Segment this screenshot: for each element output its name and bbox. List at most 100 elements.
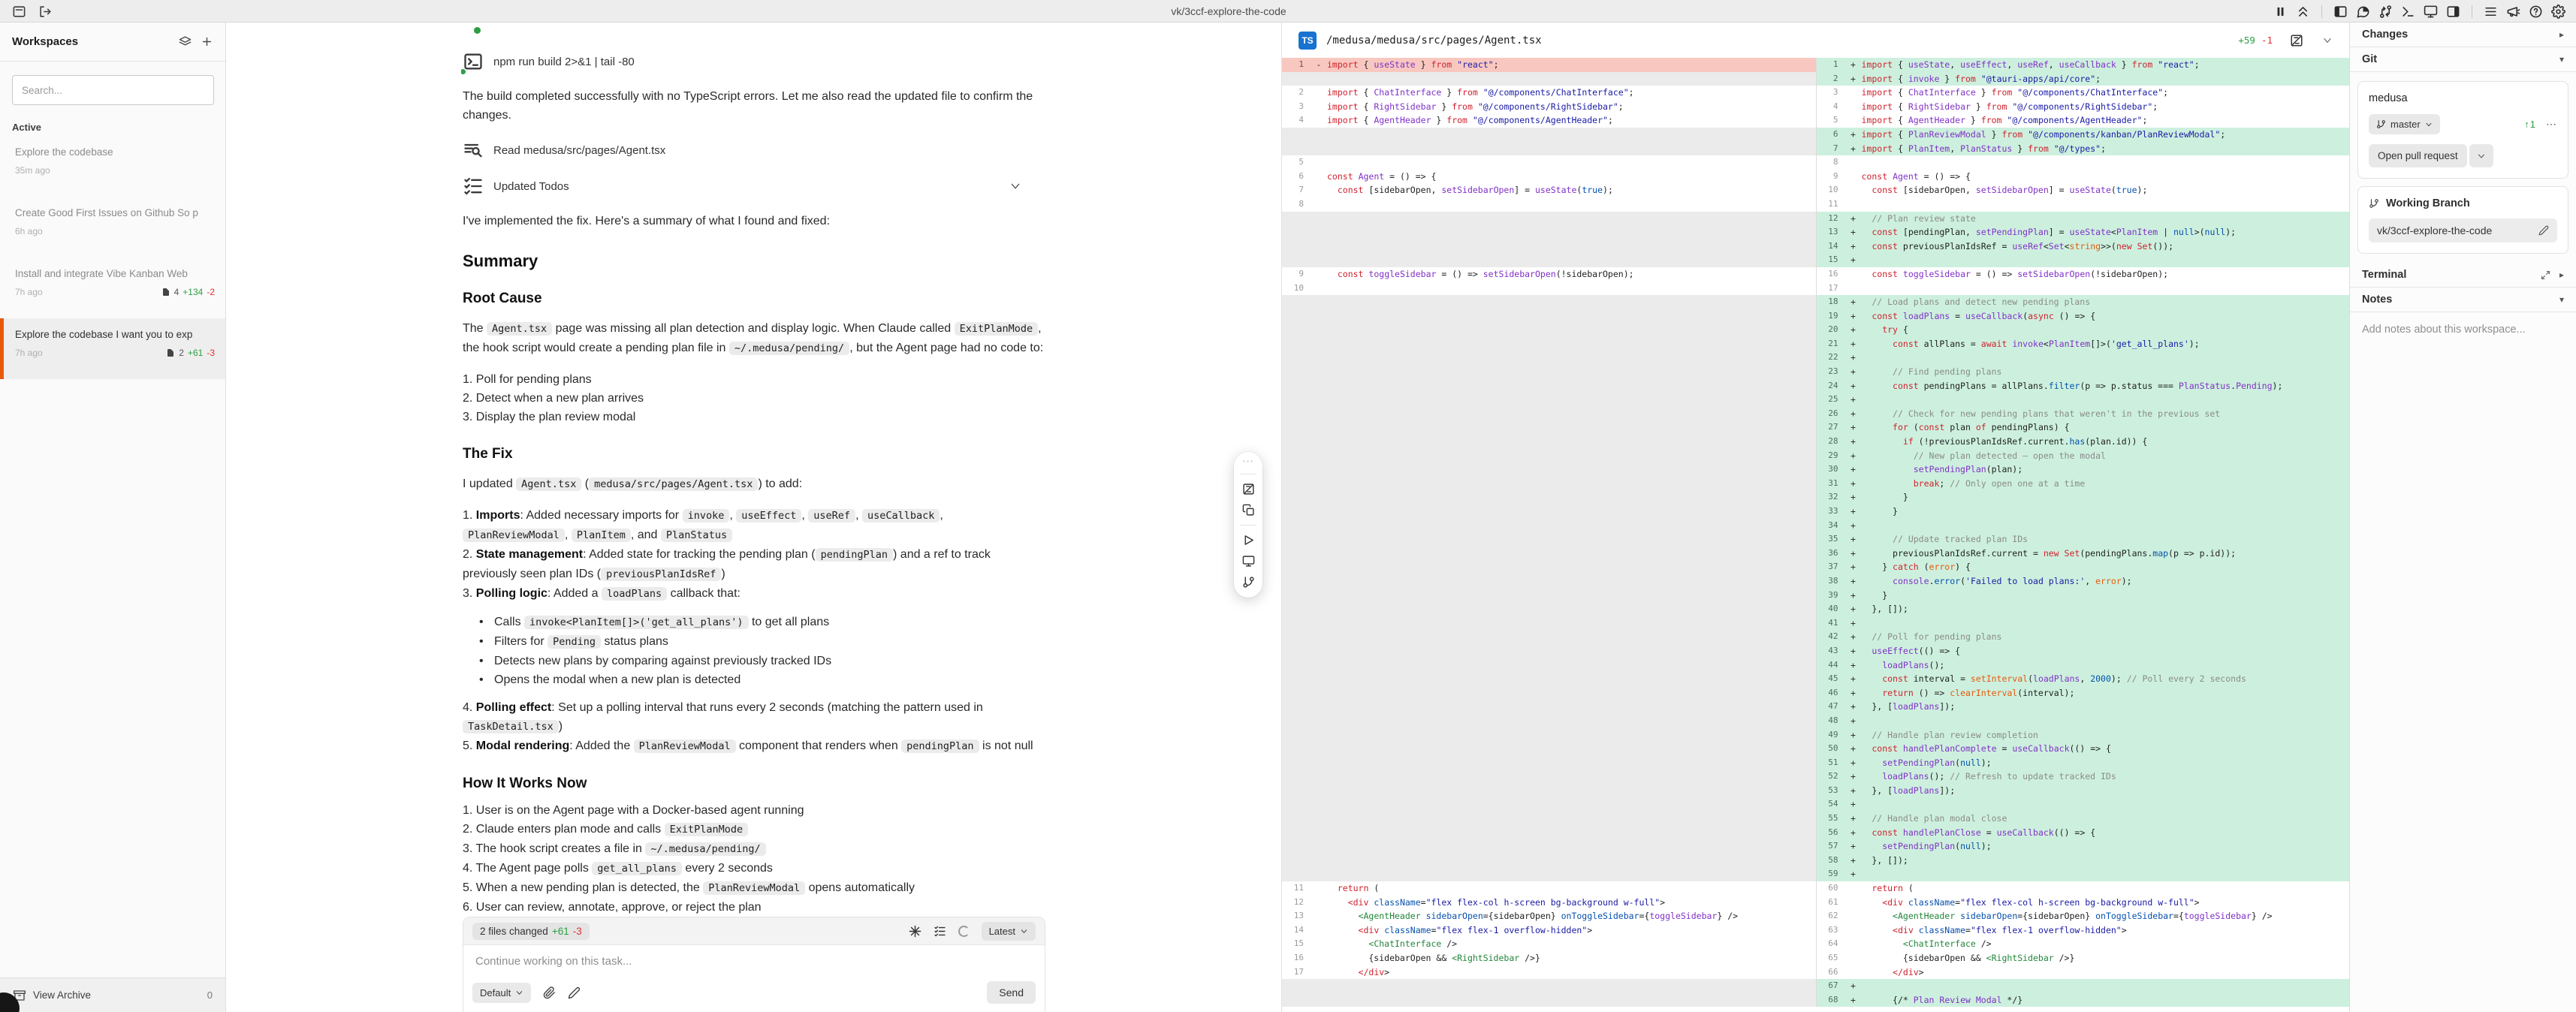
workspace-item[interactable]: Explore the codebase35m ago — [0, 136, 225, 197]
files-changed-pill[interactable]: 2 files changed +61 -3 — [472, 923, 590, 940]
workspace-item[interactable]: Install and integrate Vibe Kanban Web7h … — [0, 258, 225, 318]
copy-icon[interactable] — [1242, 504, 1255, 517]
diff-row: 1017 — [1282, 282, 2349, 296]
tool-call-row[interactable]: Read medusa/src/pages/Agent.tsx — [463, 140, 1044, 161]
git-branch-icon — [2376, 119, 2386, 129]
diff-old-side — [1282, 477, 1816, 491]
menu-icon[interactable] — [2484, 5, 2498, 19]
diff-new-side: 47+ }, [loadPlans]); — [1816, 700, 2350, 714]
monitor-icon[interactable] — [2424, 5, 2438, 19]
diff-sign — [1311, 979, 1327, 993]
working-branch-input[interactable]: vk/3ccf-explore-the-code — [2369, 218, 2557, 242]
play-icon[interactable] — [1242, 534, 1255, 547]
chevron-down-icon — [1020, 927, 1028, 935]
chevron-down-icon[interactable] — [1009, 180, 1021, 192]
diff-sign — [1311, 797, 1327, 812]
attach-file-icon[interactable] — [543, 986, 556, 999]
line-number: 48 — [1817, 714, 1845, 728]
view-archive-button[interactable]: View Archive 0 — [0, 977, 226, 1012]
collapse-file-icon[interactable] — [2322, 35, 2333, 46]
code-line: // Plan review state — [1862, 212, 1976, 226]
diff-old-side — [1282, 797, 1816, 812]
message-composer[interactable]: Continue working on this task... Default… — [463, 945, 1045, 1012]
expand-terminal-icon[interactable] — [2541, 270, 2550, 280]
diff-sign: + — [1845, 672, 1862, 686]
drag-handle[interactable]: ⋯ — [1242, 458, 1254, 465]
workspace-item[interactable]: Create Good First Issues on Github So p6… — [0, 197, 225, 258]
line-number: 41 — [1817, 616, 1845, 631]
git-branch-icon[interactable] — [1242, 576, 1255, 589]
diff-split-view[interactable]: 1-import { useState } from "react";1+imp… — [1282, 58, 2349, 1012]
diff-sign — [1311, 128, 1327, 142]
megaphone-icon[interactable] — [2506, 5, 2520, 19]
dock-panel-icon[interactable] — [12, 5, 26, 19]
monitor-icon[interactable] — [1242, 555, 1255, 568]
diff-new-side: 41+ — [1816, 616, 2350, 631]
notes-placeholder[interactable]: Add notes about this workspace... — [2350, 312, 2576, 1012]
file-icon — [166, 348, 175, 357]
open-pull-request-button[interactable]: Open pull request — [2369, 144, 2467, 167]
line-number — [1282, 212, 1311, 226]
image-off-icon[interactable] — [1242, 483, 1255, 495]
diff-row: 811 — [1282, 197, 2349, 212]
collapse-up-icon[interactable] — [2296, 5, 2310, 19]
line-number: 11 — [1817, 197, 1845, 212]
annotate-icon[interactable] — [568, 986, 581, 999]
diff-row: 58 — [1282, 155, 2349, 170]
code-line: setPendingPlan(null); — [1862, 756, 1992, 770]
line-number: 5 — [1817, 113, 1845, 128]
git-section-header[interactable]: Git ▾ — [2350, 47, 2576, 72]
diff-row: 35+ // Update tracked plan IDs — [1282, 532, 2349, 547]
more-actions-button[interactable]: ⋯ — [2546, 118, 2557, 131]
sparkle-icon[interactable] — [909, 925, 922, 938]
branch-select-button[interactable]: master — [2369, 114, 2440, 134]
tasks-icon[interactable] — [934, 925, 946, 938]
pull-request-options-button[interactable] — [2469, 144, 2493, 167]
agent-chat-panel: npm run build 2>&1 | tail -80The build c… — [226, 23, 1281, 1012]
code-line: if (!previousPlanIdsRef.current.has(plan… — [1862, 435, 2148, 449]
workspace-item[interactable]: Explore the codebase I want you to exp7h… — [0, 318, 225, 379]
diff-row: 52+ loadPlans(); // Refresh to update tr… — [1282, 770, 2349, 784]
diff-row: 15+ — [1282, 253, 2349, 267]
code-line: const loadPlans = useCallback(async () =… — [1862, 309, 2096, 324]
code-line: const previousPlanIdsRef = useRef<Set<st… — [1862, 239, 2174, 254]
new-workspace-button[interactable] — [201, 35, 213, 48]
mode-select-button[interactable]: Default — [472, 983, 531, 1003]
changes-section-header[interactable]: Changes ▸ — [2350, 23, 2576, 47]
search-input[interactable] — [12, 75, 214, 105]
toggle-preview-icon[interactable] — [2290, 34, 2303, 47]
working-branch-label: Working Branch — [2386, 197, 2470, 209]
diff-new-side: 46+ return () => clearInterval(interval)… — [1816, 686, 2350, 700]
help-icon[interactable] — [2529, 5, 2543, 19]
send-button[interactable]: Send — [987, 981, 1036, 1004]
latest-version-button[interactable]: Latest — [982, 922, 1036, 941]
diff-row: 51+ setPendingPlan(null); — [1282, 756, 2349, 770]
line-number — [1282, 630, 1311, 644]
line-number: 5 — [1282, 155, 1311, 170]
line-number: 7 — [1817, 142, 1845, 156]
tool-call-row[interactable]: Updated Todos — [463, 176, 1044, 197]
tool-call-row[interactable]: npm run build 2>&1 | tail -80 — [463, 51, 1044, 72]
line-number — [1282, 128, 1311, 142]
layers-icon[interactable] — [179, 35, 192, 48]
terminal-section-header[interactable]: Terminal ▸ — [2350, 263, 2576, 288]
settings-icon[interactable] — [2551, 5, 2565, 19]
notes-section-header[interactable]: Notes ▾ — [2350, 288, 2576, 312]
line-number: 23 — [1817, 365, 1845, 379]
diff-sign: + — [1845, 867, 1862, 881]
diff-row: 20+ try { — [1282, 323, 2349, 337]
sign-out-icon[interactable] — [38, 5, 53, 19]
added-lines-count: +61 — [552, 926, 569, 937]
terminal-icon[interactable] — [2401, 5, 2415, 19]
pause-icon[interactable] — [2273, 5, 2288, 19]
git-compare-icon[interactable] — [2378, 5, 2393, 19]
diff-sign: + — [1845, 993, 1862, 1007]
diff-sign: + — [1845, 574, 1862, 589]
edit-branch-icon[interactable] — [2538, 225, 2549, 236]
panel-right-icon[interactable] — [2446, 5, 2460, 19]
diff-added-count: +59 — [2238, 35, 2255, 46]
panel-left-icon[interactable] — [2333, 5, 2348, 19]
chat-bubble-icon[interactable] — [2356, 5, 2370, 19]
line-number — [1282, 616, 1311, 631]
repo-name: medusa — [2369, 92, 2557, 104]
